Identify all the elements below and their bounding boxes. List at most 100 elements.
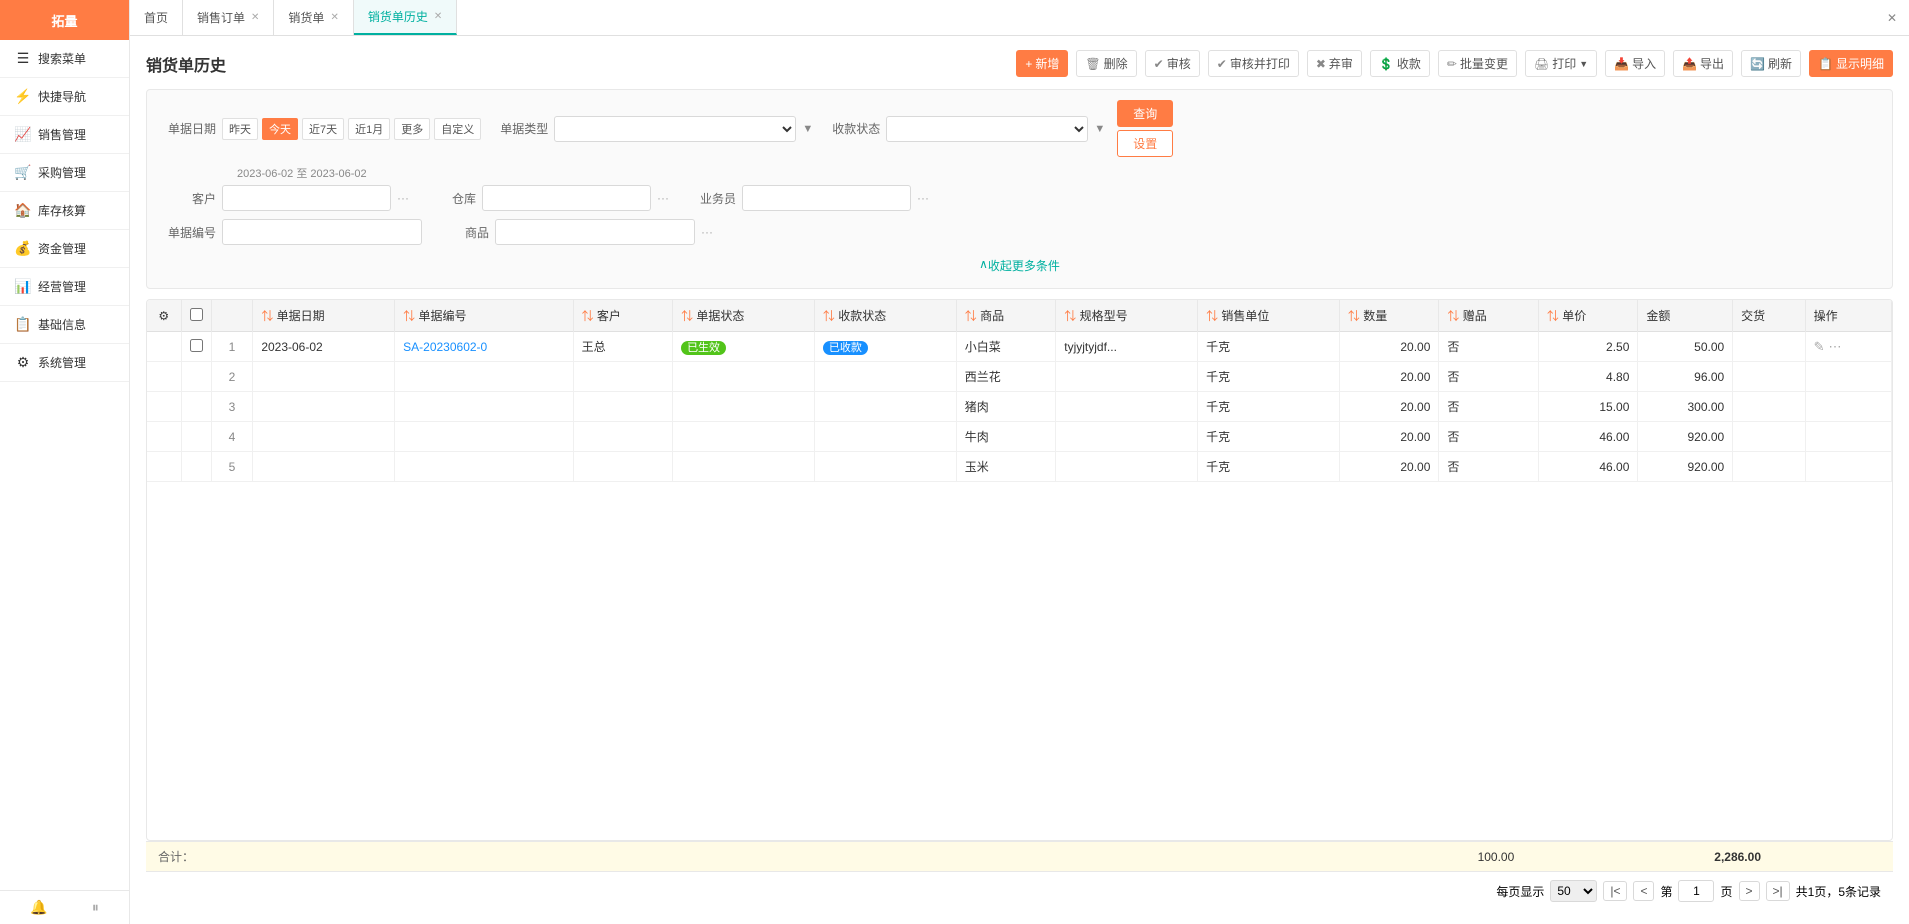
sidebar-item-capital-mgmt[interactable]: 💰 资金管理 bbox=[0, 230, 129, 268]
cell-cb-4[interactable] bbox=[181, 452, 211, 482]
sidebar-item-label: 快捷导航 bbox=[38, 88, 86, 105]
col-settings[interactable]: ⚙ bbox=[147, 300, 181, 332]
cell-docno-2[interactable] bbox=[395, 392, 573, 422]
page-first-button[interactable]: |< bbox=[1603, 881, 1627, 901]
staff-dots[interactable]: ··· bbox=[917, 191, 929, 205]
cell-docno-3[interactable] bbox=[395, 422, 573, 452]
sidebar-item-inventory-calc[interactable]: 🏠 库存核算 bbox=[0, 192, 129, 230]
date-custom[interactable]: 自定义 bbox=[434, 118, 481, 140]
tab-sales-order[interactable]: 销售订单 ✕ bbox=[183, 0, 274, 35]
col-checkbox[interactable] bbox=[181, 300, 211, 332]
col-docstatus-header[interactable]: ⇅ 单据状态 bbox=[673, 300, 815, 332]
import-button[interactable]: 📥 导入 bbox=[1605, 50, 1665, 77]
cell-spec-4 bbox=[1056, 452, 1198, 482]
cell-paystatus-1 bbox=[814, 362, 956, 392]
export-button[interactable]: 📤 导出 bbox=[1673, 50, 1733, 77]
content: 销货单历史 + 新增 🗑 删除 ✔ 审核 ✔ 审核并打印 bbox=[130, 36, 1909, 924]
close-sales-order-icon[interactable]: ✕ bbox=[251, 12, 259, 23]
import-icon: 📥 bbox=[1614, 57, 1629, 71]
print-button[interactable]: 🖨 打印 ▼ bbox=[1525, 50, 1597, 77]
col-spec-header[interactable]: ⇅ 规格型号 bbox=[1056, 300, 1198, 332]
page-prev-button[interactable]: < bbox=[1633, 881, 1654, 901]
date-today[interactable]: 今天 bbox=[262, 118, 298, 140]
goods-input[interactable] bbox=[495, 219, 695, 245]
pause-icon[interactable]: ⏸ bbox=[92, 899, 99, 916]
col-docno-header[interactable]: ⇅ 单据编号 bbox=[395, 300, 573, 332]
sidebar-item-purchase-mgmt[interactable]: 🛒 采购管理 bbox=[0, 154, 129, 192]
col-price-header[interactable]: ⇅ 单价 bbox=[1538, 300, 1637, 332]
sidebar-item-sys-mgmt[interactable]: ⚙ 系统管理 bbox=[0, 344, 129, 382]
sidebar-item-search-menu[interactable]: ☰ 搜索菜单 bbox=[0, 40, 129, 78]
new-button[interactable]: + 新增 bbox=[1016, 50, 1068, 77]
select-all-checkbox[interactable] bbox=[190, 308, 203, 321]
col-goods-header[interactable]: ⇅ 商品 bbox=[956, 300, 1055, 332]
cell-cb-0[interactable] bbox=[181, 332, 211, 362]
page-last-button[interactable]: >| bbox=[1766, 881, 1790, 901]
col-qty-header[interactable]: ⇅ 数量 bbox=[1339, 300, 1438, 332]
warehouse-input[interactable] bbox=[482, 185, 651, 211]
filter-panel: 单据日期 昨天 今天 近7天 近1月 更多 自定义 单据类型 ▼ bbox=[146, 89, 1893, 289]
type-dropdown-icon[interactable]: ▼ bbox=[802, 123, 813, 135]
date-1month[interactable]: 近1月 bbox=[348, 118, 390, 140]
col-date-header[interactable]: ⇅ 单据日期 bbox=[253, 300, 395, 332]
cell-cb-1[interactable] bbox=[181, 362, 211, 392]
cell-docno-1[interactable] bbox=[395, 362, 573, 392]
page-input[interactable] bbox=[1678, 880, 1714, 902]
customer-dots[interactable]: ··· bbox=[397, 191, 409, 205]
setup-button[interactable]: 设置 bbox=[1117, 130, 1173, 157]
tab-sales-history[interactable]: 销货单历史 ✕ bbox=[354, 0, 457, 35]
page-next-button[interactable]: > bbox=[1739, 881, 1760, 901]
audit-button[interactable]: ✔ 审核 bbox=[1145, 50, 1200, 77]
filter-collapse[interactable]: ∧ 收起更多条件 bbox=[161, 253, 1878, 278]
doc-num-input[interactable] bbox=[222, 219, 422, 245]
type-select[interactable] bbox=[554, 116, 796, 142]
sidebar-item-quick-nav[interactable]: ⚡ 快捷导航 bbox=[0, 78, 129, 116]
cell-docno-0[interactable]: SA-20230602-0 bbox=[395, 332, 573, 362]
tab-bar-close-all[interactable]: ✕ bbox=[1875, 11, 1909, 25]
edit-icon-0[interactable]: ✎ bbox=[1814, 339, 1825, 354]
more-icon-0[interactable]: ⋯ bbox=[1828, 339, 1841, 354]
audit-print-button[interactable]: ✔ 审核并打印 bbox=[1208, 50, 1299, 77]
sidebar-item-ops-mgmt[interactable]: 📊 经营管理 bbox=[0, 268, 129, 306]
sidebar-item-basic-info[interactable]: 📋 基础信息 bbox=[0, 306, 129, 344]
tab-home[interactable]: 首页 bbox=[130, 0, 183, 35]
staff-input[interactable] bbox=[742, 185, 911, 211]
notification-icon[interactable]: 🔔 bbox=[30, 899, 47, 916]
row-checkbox-0[interactable] bbox=[190, 339, 203, 352]
cell-cb-3[interactable] bbox=[181, 422, 211, 452]
table-row: 1 2023-06-02 SA-20230602-0 王总 已生效 已收款 小白… bbox=[147, 332, 1892, 362]
abandon-button[interactable]: ✖ 弃审 bbox=[1307, 50, 1362, 77]
cell-paystatus-4 bbox=[814, 452, 956, 482]
payment-select[interactable] bbox=[886, 116, 1088, 142]
query-button[interactable]: 查询 bbox=[1117, 100, 1173, 127]
date-yesterday[interactable]: 昨天 bbox=[222, 118, 258, 140]
date-more[interactable]: 更多 bbox=[394, 118, 430, 140]
col-paystatus-header[interactable]: ⇅ 收款状态 bbox=[814, 300, 956, 332]
cell-cb-2[interactable] bbox=[181, 392, 211, 422]
customer-input[interactable] bbox=[222, 185, 391, 211]
batch-change-button[interactable]: ✏ 批量变更 bbox=[1438, 50, 1517, 77]
warehouse-dots[interactable]: ··· bbox=[657, 191, 669, 205]
show-detail-button[interactable]: 📋 显示明细 bbox=[1809, 50, 1893, 77]
close-sales-history-icon[interactable]: ✕ bbox=[434, 11, 442, 22]
cell-qty-1: 20.00 bbox=[1339, 362, 1438, 392]
sidebar-item-sales-mgmt[interactable]: 📈 销售管理 bbox=[0, 116, 129, 154]
cell-docno-4[interactable] bbox=[395, 452, 573, 482]
sys-mgmt-icon: ⚙ bbox=[14, 354, 32, 371]
col-customer-header[interactable]: ⇅ 客户 bbox=[573, 300, 672, 332]
cell-goods-1: 西兰花 bbox=[956, 362, 1055, 392]
filter-row-3: 单据编号 商品 ··· bbox=[161, 219, 1878, 245]
payment-dropdown-icon[interactable]: ▼ bbox=[1094, 123, 1105, 135]
col-unit-header[interactable]: ⇅ 销售单位 bbox=[1198, 300, 1340, 332]
goods-dots[interactable]: ··· bbox=[701, 225, 713, 239]
date-7days[interactable]: 近7天 bbox=[302, 118, 344, 140]
cell-docstatus-2 bbox=[673, 392, 815, 422]
close-sales-delivery-icon[interactable]: ✕ bbox=[330, 12, 338, 23]
tab-sales-delivery[interactable]: 销货单 ✕ bbox=[274, 0, 353, 35]
collect-button[interactable]: 💲 收款 bbox=[1370, 50, 1430, 77]
col-gift-header[interactable]: ⇅ 赠品 bbox=[1439, 300, 1538, 332]
delete-button[interactable]: 🗑 删除 bbox=[1076, 50, 1136, 77]
page-size-select[interactable]: 50 100 bbox=[1550, 880, 1597, 902]
search-menu-icon: ☰ bbox=[14, 50, 32, 67]
refresh-button[interactable]: 🔄 刷新 bbox=[1741, 50, 1801, 77]
